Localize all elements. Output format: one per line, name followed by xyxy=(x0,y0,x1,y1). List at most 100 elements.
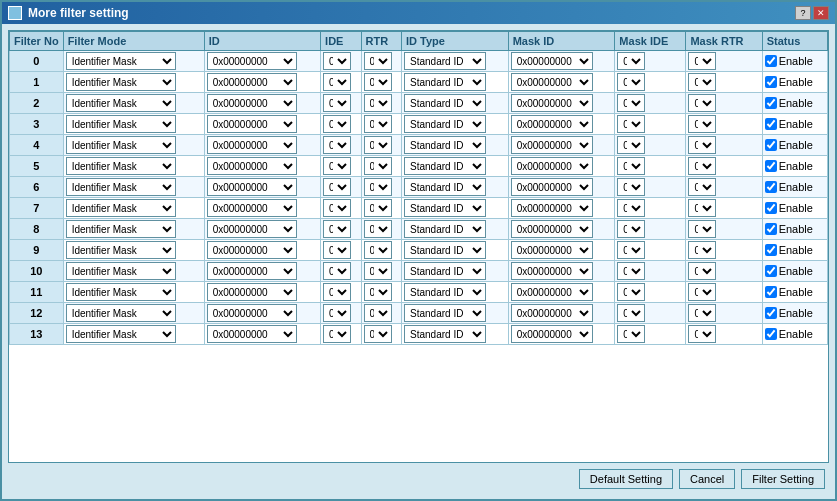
filter-mode-select[interactable]: Identifier MaskIdentifier List xyxy=(66,136,176,154)
mask-rtr-select[interactable]: 0 xyxy=(688,325,716,343)
status-checkbox[interactable] xyxy=(765,118,777,130)
status-checkbox[interactable] xyxy=(765,139,777,151)
mask-ide-select[interactable]: 0 xyxy=(617,241,645,259)
mask-ide-select[interactable]: 0 xyxy=(617,325,645,343)
filter-mode-select[interactable]: Identifier MaskIdentifier List xyxy=(66,325,176,343)
cell-rtr[interactable]: 0 xyxy=(361,240,401,261)
cell-ide[interactable]: 0 xyxy=(321,114,361,135)
cell-mask-ide[interactable]: 0 xyxy=(615,177,686,198)
cell-mask-rtr[interactable]: 0 xyxy=(686,324,762,345)
mask-rtr-select[interactable]: 0 xyxy=(688,52,716,70)
id-select[interactable]: 0x00000000 xyxy=(207,304,297,322)
cell-id[interactable]: 0x00000000 xyxy=(204,303,320,324)
mask-rtr-select[interactable]: 0 xyxy=(688,136,716,154)
cell-mask-rtr[interactable]: 0 xyxy=(686,303,762,324)
cell-id[interactable]: 0x00000000 xyxy=(204,51,320,72)
mask-rtr-select[interactable]: 0 xyxy=(688,73,716,91)
cell-mask-ide[interactable]: 0 xyxy=(615,72,686,93)
mask-id-select[interactable]: 0x00000000 xyxy=(511,241,593,259)
cell-filter-mode[interactable]: Identifier MaskIdentifier List xyxy=(63,240,204,261)
id-type-select[interactable]: Standard IDExtended ID xyxy=(404,241,486,259)
cell-mask-rtr[interactable]: 0 xyxy=(686,177,762,198)
status-checkbox[interactable] xyxy=(765,244,777,256)
filter-mode-select[interactable]: Identifier MaskIdentifier List xyxy=(66,115,176,133)
cell-status[interactable]: Enable xyxy=(762,198,827,219)
id-type-select[interactable]: Standard IDExtended ID xyxy=(404,52,486,70)
id-type-select[interactable]: Standard IDExtended ID xyxy=(404,157,486,175)
cell-mask-ide[interactable]: 0 xyxy=(615,93,686,114)
cell-id[interactable]: 0x00000000 xyxy=(204,240,320,261)
cell-ide[interactable]: 0 xyxy=(321,135,361,156)
cell-id-type[interactable]: Standard IDExtended ID xyxy=(402,324,509,345)
cell-filter-mode[interactable]: Identifier MaskIdentifier List xyxy=(63,177,204,198)
mask-id-select[interactable]: 0x00000000 xyxy=(511,73,593,91)
cell-status[interactable]: Enable xyxy=(762,135,827,156)
cell-filter-mode[interactable]: Identifier MaskIdentifier List xyxy=(63,198,204,219)
rtr-select[interactable]: 0 xyxy=(364,115,392,133)
status-checkbox[interactable] xyxy=(765,328,777,340)
status-checkbox[interactable] xyxy=(765,223,777,235)
cell-mask-id[interactable]: 0x00000000 xyxy=(508,303,615,324)
help-button[interactable]: ? xyxy=(795,6,811,20)
cell-filter-mode[interactable]: Identifier MaskIdentifier List xyxy=(63,114,204,135)
cell-ide[interactable]: 0 xyxy=(321,303,361,324)
filter-mode-select[interactable]: Identifier MaskIdentifier List xyxy=(66,220,176,238)
close-button[interactable]: ✕ xyxy=(813,6,829,20)
rtr-select[interactable]: 0 xyxy=(364,52,392,70)
cell-id-type[interactable]: Standard IDExtended ID xyxy=(402,177,509,198)
cell-mask-ide[interactable]: 0 xyxy=(615,324,686,345)
rtr-select[interactable]: 0 xyxy=(364,220,392,238)
filter-setting-button[interactable]: Filter Setting xyxy=(741,469,825,489)
id-type-select[interactable]: Standard IDExtended ID xyxy=(404,73,486,91)
cell-mask-rtr[interactable]: 0 xyxy=(686,261,762,282)
cell-filter-mode[interactable]: Identifier MaskIdentifier List xyxy=(63,135,204,156)
filter-mode-select[interactable]: Identifier MaskIdentifier List xyxy=(66,73,176,91)
filter-mode-select[interactable]: Identifier MaskIdentifier List xyxy=(66,52,176,70)
cell-id-type[interactable]: Standard IDExtended ID xyxy=(402,261,509,282)
cell-ide[interactable]: 0 xyxy=(321,51,361,72)
cell-mask-id[interactable]: 0x00000000 xyxy=(508,177,615,198)
cell-ide[interactable]: 0 xyxy=(321,198,361,219)
cell-mask-rtr[interactable]: 0 xyxy=(686,114,762,135)
cell-rtr[interactable]: 0 xyxy=(361,51,401,72)
id-type-select[interactable]: Standard IDExtended ID xyxy=(404,304,486,322)
status-checkbox[interactable] xyxy=(765,97,777,109)
cell-filter-mode[interactable]: Identifier MaskIdentifier List xyxy=(63,51,204,72)
rtr-select[interactable]: 0 xyxy=(364,241,392,259)
cell-id-type[interactable]: Standard IDExtended ID xyxy=(402,219,509,240)
cell-mask-id[interactable]: 0x00000000 xyxy=(508,261,615,282)
ide-select[interactable]: 0 xyxy=(323,241,351,259)
ide-select[interactable]: 0 xyxy=(323,220,351,238)
mask-rtr-select[interactable]: 0 xyxy=(688,283,716,301)
id-select[interactable]: 0x00000000 xyxy=(207,157,297,175)
cell-id-type[interactable]: Standard IDExtended ID xyxy=(402,156,509,177)
filter-mode-select[interactable]: Identifier MaskIdentifier List xyxy=(66,199,176,217)
cell-ide[interactable]: 0 xyxy=(321,72,361,93)
cell-status[interactable]: Enable xyxy=(762,72,827,93)
cell-rtr[interactable]: 0 xyxy=(361,219,401,240)
status-checkbox[interactable] xyxy=(765,307,777,319)
cell-id[interactable]: 0x00000000 xyxy=(204,261,320,282)
cell-id-type[interactable]: Standard IDExtended ID xyxy=(402,114,509,135)
cell-rtr[interactable]: 0 xyxy=(361,198,401,219)
cell-id-type[interactable]: Standard IDExtended ID xyxy=(402,282,509,303)
ide-select[interactable]: 0 xyxy=(323,199,351,217)
cell-mask-ide[interactable]: 0 xyxy=(615,135,686,156)
cell-ide[interactable]: 0 xyxy=(321,240,361,261)
cell-filter-mode[interactable]: Identifier MaskIdentifier List xyxy=(63,282,204,303)
rtr-select[interactable]: 0 xyxy=(364,283,392,301)
cell-status[interactable]: Enable xyxy=(762,324,827,345)
cell-ide[interactable]: 0 xyxy=(321,261,361,282)
id-type-select[interactable]: Standard IDExtended ID xyxy=(404,220,486,238)
cell-rtr[interactable]: 0 xyxy=(361,303,401,324)
rtr-select[interactable]: 0 xyxy=(364,136,392,154)
id-type-select[interactable]: Standard IDExtended ID xyxy=(404,283,486,301)
cell-status[interactable]: Enable xyxy=(762,282,827,303)
id-select[interactable]: 0x00000000 xyxy=(207,283,297,301)
cell-mask-rtr[interactable]: 0 xyxy=(686,93,762,114)
ide-select[interactable]: 0 xyxy=(323,52,351,70)
id-type-select[interactable]: Standard IDExtended ID xyxy=(404,115,486,133)
mask-id-select[interactable]: 0x00000000 xyxy=(511,136,593,154)
id-select[interactable]: 0x00000000 xyxy=(207,325,297,343)
mask-ide-select[interactable]: 0 xyxy=(617,283,645,301)
